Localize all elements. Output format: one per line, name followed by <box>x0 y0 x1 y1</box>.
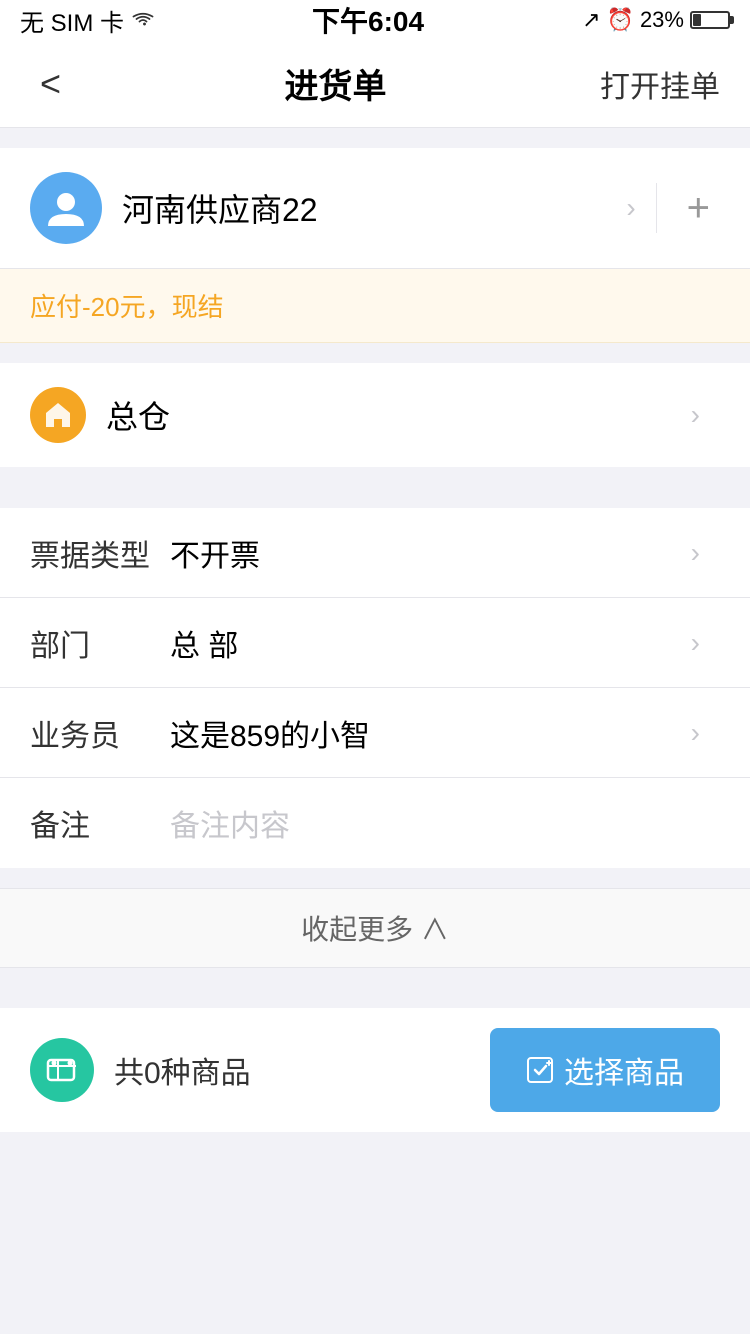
warehouse-section[interactable]: 总仓 › <box>0 363 750 468</box>
supplier-chevron-icon: › <box>626 192 635 224</box>
bottom-bar: 共0种商品 选择商品 <box>0 1008 750 1132</box>
department-row[interactable]: 部门 总 部 › <box>0 598 750 688</box>
back-button[interactable]: < <box>30 53 71 115</box>
salesperson-value: 这是859的小智 <box>160 711 691 755</box>
location-icon: ↗ <box>582 7 600 33</box>
supplier-row[interactable]: 河南供应商22 › + <box>0 148 750 269</box>
supplier-name: 河南供应商22 <box>122 185 626 231</box>
status-time: 下午6:04 <box>312 0 424 40</box>
alert-row: 应付-20元，现结 <box>0 269 750 343</box>
carrier-label: 无 SIM 卡 <box>20 3 124 38</box>
supplier-section: 河南供应商22 › + 应付-20元，现结 <box>0 148 750 343</box>
home-icon <box>42 399 74 431</box>
warehouse-icon <box>30 387 86 443</box>
warehouse-chevron-icon: › <box>691 399 700 431</box>
section-gap-3 <box>0 468 750 488</box>
status-bar: 无 SIM 卡 下午6:04 ↗ ⏰ 23% <box>0 0 750 40</box>
supplier-avatar <box>30 172 102 244</box>
invoice-type-label: 票据类型 <box>30 531 160 575</box>
salesperson-row[interactable]: 业务员 这是859的小智 › <box>0 688 750 778</box>
form-section: 票据类型 不开票 › 部门 总 部 › 业务员 这是859的小智 › 备注 备注… <box>0 508 750 868</box>
wifi-icon <box>132 12 154 28</box>
select-product-label: 选择商品 <box>564 1048 684 1092</box>
alert-text: 应付-20元，现结 <box>30 292 224 322</box>
collapse-label: 收起更多 ∧ <box>301 908 449 948</box>
remark-row[interactable]: 备注 备注内容 <box>0 778 750 868</box>
nav-bar: < 进货单 打开挂单 <box>0 40 750 128</box>
department-label: 部门 <box>30 621 160 665</box>
status-right: ↗ ⏰ 23% <box>582 7 730 33</box>
salesperson-label: 业务员 <box>30 711 160 755</box>
product-count-text: 共0种商品 <box>114 1048 490 1092</box>
select-product-button[interactable]: 选择商品 <box>490 1028 720 1112</box>
status-left: 无 SIM 卡 <box>20 3 154 38</box>
add-button[interactable]: + <box>677 186 720 231</box>
invoice-type-value: 不开票 <box>160 531 691 575</box>
salesperson-chevron-icon: › <box>691 717 700 749</box>
remark-placeholder[interactable]: 备注内容 <box>160 801 720 845</box>
alarm-icon: ⏰ <box>607 7 634 33</box>
invoice-type-chevron-icon: › <box>691 537 700 569</box>
divider-vertical <box>656 183 657 233</box>
section-gap-1 <box>0 128 750 148</box>
section-gap-2 <box>0 343 750 363</box>
select-product-icon <box>526 1056 554 1084</box>
collapse-button[interactable]: 收起更多 ∧ <box>0 888 750 968</box>
warehouse-name: 总仓 <box>106 392 691 438</box>
battery-icon <box>690 11 730 29</box>
warehouse-row[interactable]: 总仓 › <box>0 363 750 468</box>
remark-label: 备注 <box>30 801 160 845</box>
person-icon <box>44 186 88 230</box>
page-title: 进货单 <box>285 59 387 108</box>
cart-icon <box>44 1052 80 1088</box>
product-count-icon <box>30 1038 94 1102</box>
department-chevron-icon: › <box>691 627 700 659</box>
department-value: 总 部 <box>160 621 691 665</box>
invoice-type-row[interactable]: 票据类型 不开票 › <box>0 508 750 598</box>
open-hang-bill-button[interactable]: 打开挂单 <box>600 62 720 106</box>
section-gap-4 <box>0 968 750 988</box>
battery-percent: 23% <box>640 7 684 33</box>
